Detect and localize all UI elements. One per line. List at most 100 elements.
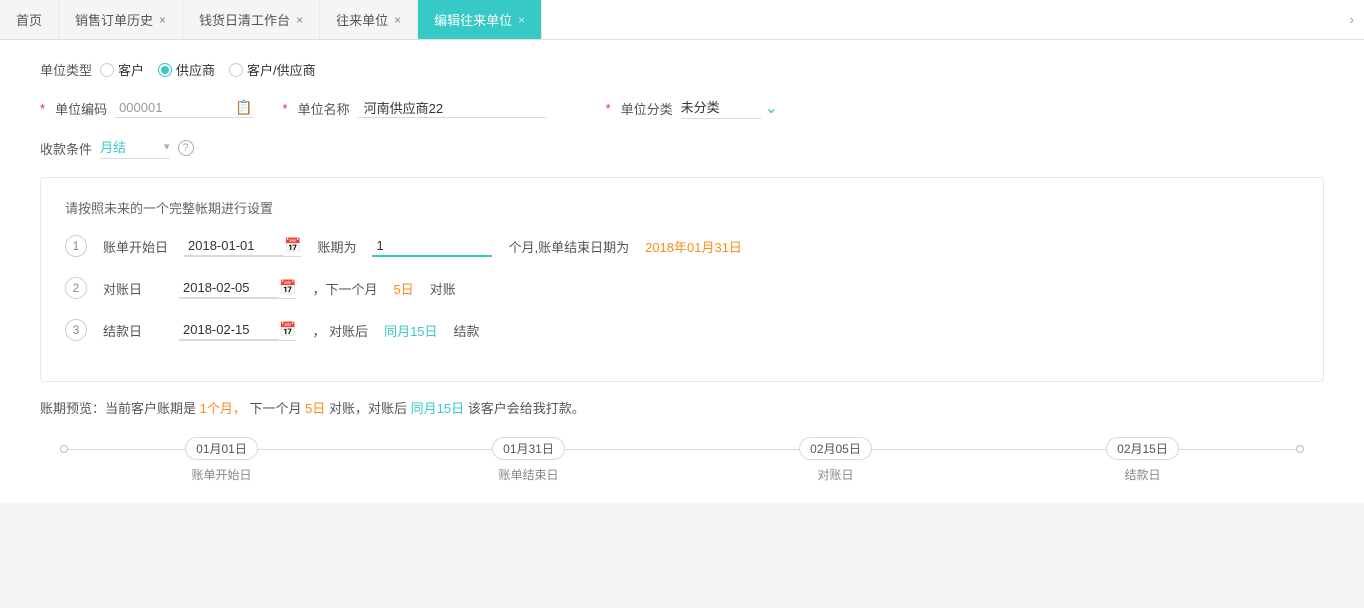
unit-name-label: 单位名称 (298, 99, 350, 118)
step-1-period-unit: 个月,账单结束日期为 (508, 237, 629, 256)
unit-name-group: * 单位名称 (283, 98, 546, 118)
step-1-calendar-icon[interactable]: 📅 (284, 237, 301, 254)
timeline: 01月01日 账单开始日 01月31日 账单结束日 02月0 (60, 437, 1304, 483)
timeline-nodes: 01月01日 账单开始日 01月31日 账单结束日 02月0 (68, 437, 1296, 483)
radio-customer-supplier-circle (229, 63, 243, 77)
payment-terms-label: 收款条件 (40, 139, 92, 158)
chevron-right-icon: › (1350, 12, 1354, 27)
step-3-number: 3 (65, 319, 87, 341)
unit-name-input[interactable] (358, 98, 546, 118)
timeline-node-3: 02月05日 (799, 437, 872, 460)
payment-terms-select[interactable]: 月结 ▾ (100, 137, 170, 159)
unit-code-input[interactable] (115, 98, 235, 117)
step-1-period-input[interactable] (372, 236, 492, 257)
step-3-label: 结款日 (103, 321, 163, 340)
step-3-date-input[interactable] (179, 320, 279, 340)
timeline-node-2: 01月31日 (492, 437, 565, 460)
timeline-wrapper: 01月01日 账单开始日 01月31日 账单结束日 02月0 (40, 437, 1324, 483)
timeline-item-2: 01月31日 账单结束日 (492, 437, 565, 483)
timeline-start-dot (60, 445, 68, 453)
category-dropdown-arrow[interactable]: ⌄ (765, 98, 778, 118)
step-2-number: 2 (65, 277, 87, 299)
radio-customer[interactable]: 客户 (100, 60, 144, 79)
step-2-highlight: 5日 (393, 279, 413, 298)
tab-partner-unit[interactable]: 往来单位 × (320, 0, 418, 39)
radio-customer-supplier[interactable]: 客户/供应商 (229, 60, 316, 79)
step-1-end-date: 2018年01月31日 (645, 237, 742, 256)
tab-bar: 首页 销售订单历史 × 钱货日清工作台 × 往来单位 × 编辑往来单位 × › (0, 0, 1364, 40)
timeline-content: 01月01日 账单开始日 01月31日 账单结束日 02月0 (68, 437, 1296, 483)
radio-supplier-circle (158, 63, 172, 77)
preview-highlight3: 同月15日 (411, 401, 464, 416)
step-2-label: 对账日 (103, 279, 163, 298)
unit-category-select[interactable]: 未分类 ⌄ (681, 97, 778, 119)
step-1-date-wrap: 📅 (184, 236, 301, 257)
preview-highlight2: 5日 (305, 401, 325, 416)
radio-customer-label: 客户 (118, 60, 144, 79)
unit-type-row: 单位类型 客户 供应商 客户/供应商 (40, 60, 1324, 79)
unit-type-radio-group: 客户 供应商 客户/供应商 (100, 60, 316, 79)
step-3-calendar-icon[interactable]: 📅 (279, 321, 296, 338)
unit-category-value: 未分类 (681, 97, 761, 119)
step-3-date-wrap: 📅 (179, 320, 296, 341)
step-3-highlight: 同月15日 (384, 321, 437, 340)
timeline-label-3: 对账日 (817, 466, 853, 483)
tab-scroll-arrow[interactable]: › (1340, 0, 1364, 39)
preview-prefix: 账期预览：当前客户账期是 (40, 401, 196, 416)
close-tab-sales[interactable]: × (159, 13, 166, 27)
radio-customer-circle (100, 63, 114, 77)
unit-code-input-wrap: 📋 (115, 98, 252, 118)
payment-terms-chevron: ▾ (164, 140, 170, 153)
step-2-calendar-icon[interactable]: 📅 (279, 279, 296, 296)
unit-category-group: * 单位分类 未分类 ⌄ (606, 97, 778, 119)
unit-category-label: 单位分类 (621, 99, 673, 118)
unit-code-group: * 单位编码 📋 (40, 98, 253, 118)
step-1-label: 账单开始日 (103, 237, 168, 256)
main-content: 单位类型 客户 供应商 客户/供应商 * 单位编码 (0, 40, 1364, 503)
radio-supplier[interactable]: 供应商 (158, 60, 215, 79)
close-tab-edit-partner[interactable]: × (518, 13, 525, 27)
step-1-period-label: 账期为 (317, 237, 356, 256)
step-1-number: 1 (65, 235, 87, 257)
close-tab-cash[interactable]: × (296, 13, 303, 27)
step-1-date-input[interactable] (184, 236, 284, 256)
step-3-suffix-before: ， 对账后 (312, 321, 368, 340)
close-tab-partner[interactable]: × (394, 13, 401, 27)
step-1-row: 1 账单开始日 📅 账期为 个月,账单结束日期为 2018年01月31日 (65, 235, 1299, 257)
step-3-row: 3 结款日 📅 ， 对账后 同月15日 结款 (65, 319, 1299, 341)
preview-text: 账期预览：当前客户账期是 1个月， 下一个月 5日 对账，对账后 同月15日 该… (40, 398, 1324, 417)
timeline-node-4: 02月15日 (1106, 437, 1179, 460)
radio-customer-supplier-label: 客户/供应商 (247, 60, 316, 79)
step-2-date-input[interactable] (179, 278, 279, 298)
preview-middle2: 对账，对账后 (329, 401, 407, 416)
unit-info-row: * 单位编码 📋 * 单位名称 * 单位分类 未分类 ⌄ (40, 97, 1324, 119)
payment-terms-group: 收款条件 月结 ▾ ? (40, 137, 194, 159)
unit-type-label: 单位类型 (40, 60, 92, 79)
unit-code-star: * (40, 101, 45, 116)
preview-highlight1: 1个月， (200, 401, 246, 416)
tab-cash-reconciliation[interactable]: 钱货日清工作台 × (183, 0, 320, 39)
tab-edit-partner-unit[interactable]: 编辑往来单位 × (418, 0, 542, 39)
preview-middle1: 下一个月 (250, 401, 302, 416)
preview-suffix: 该客户会给我打款。 (468, 401, 585, 416)
step-2-suffix-after: 对账 (430, 279, 456, 298)
timeline-label-4: 结款日 (1124, 466, 1160, 483)
step-2-date-wrap: 📅 (179, 278, 296, 299)
timeline-item-3: 02月05日 对账日 (799, 437, 872, 483)
unit-code-icon[interactable]: 📋 (235, 99, 252, 116)
step-2-suffix-before: ，下一个月 (312, 279, 377, 298)
timeline-end-dot (1296, 445, 1304, 453)
timeline-label-1: 账单开始日 (191, 466, 251, 483)
tab-home[interactable]: 首页 (0, 0, 59, 39)
unit-type-group: 单位类型 客户 供应商 客户/供应商 (40, 60, 316, 79)
timeline-label-2: 账单结束日 (498, 466, 558, 483)
timeline-item-4: 02月15日 结款日 (1106, 437, 1179, 483)
unit-name-star: * (283, 101, 288, 116)
unit-category-star: * (606, 101, 611, 116)
payment-terms-value: 月结 (100, 137, 160, 156)
step-2-row: 2 对账日 📅 ，下一个月 5日 对账 (65, 277, 1299, 299)
tab-sales-order-history[interactable]: 销售订单历史 × (59, 0, 183, 39)
timeline-item-1: 01月01日 账单开始日 (185, 437, 258, 483)
help-icon[interactable]: ? (178, 140, 194, 156)
settings-box: 请按照未来的一个完整帐期进行设置 1 账单开始日 📅 账期为 个月,账单结束日期… (40, 177, 1324, 382)
